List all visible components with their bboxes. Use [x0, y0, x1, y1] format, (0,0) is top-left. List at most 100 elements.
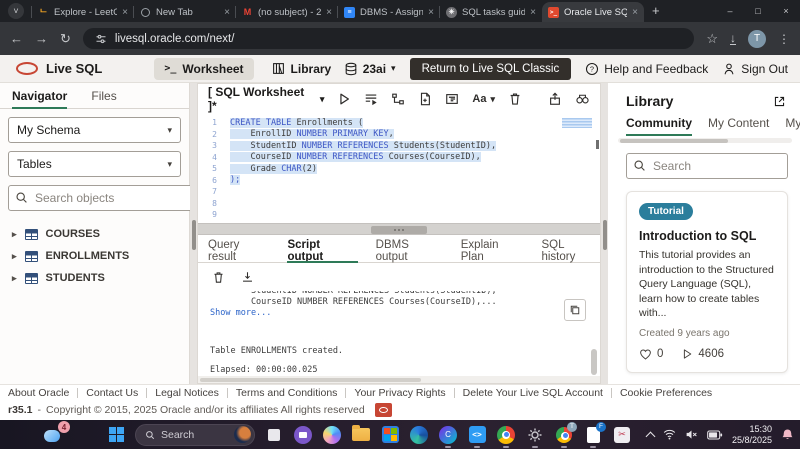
caret-right-icon[interactable]: ▸ [12, 273, 17, 284]
new-tab-button[interactable]: + [652, 3, 660, 18]
address-bar[interactable]: livesql.oracle.com/next/ [82, 28, 695, 49]
footer-link-privacy[interactable]: Your Privacy Rights [354, 387, 445, 399]
library-tabs-scrollbar[interactable] [618, 138, 792, 143]
footer-link-cookies[interactable]: Cookie Preferences [620, 387, 712, 399]
return-to-classic-button[interactable]: Return to Live SQL Classic [409, 57, 572, 80]
browser-menu-icon[interactable]: ⋮ [778, 32, 790, 46]
browser-tab-gmail[interactable]: M (no subject) - 24ch × [235, 2, 338, 22]
reload-button[interactable]: ↻ [60, 31, 71, 47]
share-button[interactable] [548, 92, 562, 106]
schema-select[interactable]: My Schema ▾ [8, 117, 181, 143]
left-splitter[interactable] [190, 83, 197, 384]
browser-tab-newtab[interactable]: New Tab × [133, 2, 236, 22]
tab-dbms-output[interactable]: DBMS output [376, 239, 443, 263]
new-worksheet-button[interactable] [418, 92, 432, 106]
footer-link-contact[interactable]: Contact Us [86, 387, 138, 399]
forward-button[interactable]: → [35, 31, 48, 46]
start-button[interactable] [106, 425, 126, 445]
object-type-select[interactable]: Tables ▾ [8, 151, 181, 177]
database-selector[interactable]: 23ai ▾ [344, 62, 396, 76]
task-view-button[interactable] [264, 425, 284, 445]
editor-scrollbar[interactable] [596, 140, 599, 149]
bookmark-star-icon[interactable]: ☆ [706, 31, 718, 47]
downloads-icon[interactable]: ↓ [730, 32, 736, 45]
likes-stat[interactable]: 0 [639, 348, 663, 361]
tutorial-card[interactable]: Tutorial Introduction to SQL This tutori… [626, 191, 788, 373]
library-nav-button[interactable]: Library [262, 58, 342, 80]
tab-navigator[interactable]: Navigator [12, 83, 68, 109]
horizontal-scrollbar[interactable] [198, 376, 600, 383]
close-icon[interactable]: × [632, 7, 638, 18]
minimize-button[interactable]: – [716, 6, 744, 16]
explain-plan-button[interactable] [391, 92, 405, 106]
close-icon[interactable]: × [224, 7, 230, 18]
editor-output-splitter[interactable] [198, 223, 600, 235]
browser-tab-sql-guide[interactable]: ✳ SQL tasks guide × [439, 2, 542, 22]
close-icon[interactable]: × [428, 7, 434, 18]
close-icon[interactable]: × [326, 7, 332, 18]
chat-button[interactable] [293, 425, 313, 445]
runs-stat[interactable]: 4606 [681, 348, 724, 360]
footer-link-delete-account[interactable]: Delete Your Live SQL Account [463, 387, 603, 399]
snipping-tool-button[interactable]: ✂ [612, 425, 632, 445]
canva-button[interactable]: C [438, 425, 458, 448]
widgets-button[interactable]: 4 [44, 421, 70, 444]
tab-search-icon[interactable]: ˅ [8, 3, 24, 19]
taskbar-clock[interactable]: 15:30 25/8/2025 [732, 424, 772, 445]
script-output-area[interactable]: StudentID NUMBER REFERENCES Students(Stu… [198, 291, 590, 379]
search-objects-input[interactable] [8, 185, 197, 211]
vscode-button[interactable]: <> [467, 425, 487, 448]
caret-right-icon[interactable]: ▸ [12, 251, 17, 262]
copy-output-button[interactable] [564, 299, 586, 321]
tab-query-result[interactable]: Query result [208, 239, 269, 263]
close-icon[interactable]: × [530, 7, 536, 18]
run-button[interactable] [337, 92, 351, 106]
browser-tab-docs[interactable]: ≡ DBMS - Assignme × [337, 2, 440, 22]
microsoft-store-button[interactable] [380, 425, 400, 445]
footer-link-about[interactable]: About Oracle [8, 387, 69, 399]
find-button[interactable] [575, 92, 590, 106]
tree-item-students[interactable]: ▸ STUDENTS [0, 267, 189, 289]
volume-muted-icon[interactable] [685, 428, 698, 441]
settings-button[interactable] [525, 425, 545, 448]
caret-right-icon[interactable]: ▸ [12, 229, 17, 240]
back-button[interactable]: ← [10, 31, 23, 46]
sql-editor[interactable]: 1 CREATE TABLE Enrollments ( 2 EnrollID N… [198, 114, 600, 223]
sign-out-link[interactable]: Sign Out [722, 62, 788, 76]
taskbar-search[interactable]: Search [135, 423, 255, 446]
battery-icon[interactable] [707, 429, 723, 441]
run-script-button[interactable] [364, 92, 378, 106]
browser-tab-leetcode[interactable]: ᄂ Explore - LeetCode × [31, 2, 134, 22]
tutorial-title[interactable]: Introduction to SQL [639, 229, 775, 243]
footer-link-terms[interactable]: Terms and Conditions [236, 387, 338, 399]
worksheet-nav-button[interactable]: >_ Worksheet [154, 57, 254, 80]
close-icon[interactable]: × [122, 7, 128, 18]
library-search-input[interactable] [626, 153, 788, 179]
file-explorer-button[interactable] [351, 425, 371, 445]
text-size-menu[interactable]: Aa ▾ [472, 93, 495, 105]
tab-sql-history[interactable]: SQL history [541, 239, 600, 263]
browser-profile-avatar[interactable]: T [748, 29, 766, 48]
format-button[interactable] [445, 92, 459, 106]
chrome-profile-button[interactable]: T [554, 421, 577, 448]
chrome-button[interactable] [496, 425, 516, 448]
copilot-button[interactable] [322, 425, 342, 445]
maximize-button[interactable]: □ [744, 6, 772, 16]
tab-my-favorites[interactable]: My Favorites [785, 111, 800, 135]
tree-item-enrollments[interactable]: ▸ ENROLLMENTS [0, 245, 189, 267]
help-feedback-link[interactable]: ? Help and Feedback [585, 62, 708, 76]
tree-item-courses[interactable]: ▸ COURSES [0, 223, 189, 245]
browser-tab-oracle-livesql[interactable]: >_ Oracle Live SQL × [542, 2, 644, 22]
document-button[interactable]: F [583, 421, 606, 448]
download-output-button[interactable] [241, 271, 254, 284]
clear-worksheet-button[interactable] [508, 92, 522, 106]
footer-link-legal[interactable]: Legal Notices [155, 387, 219, 399]
worksheet-title-menu[interactable]: [ SQL Worksheet ]* ▾ [208, 85, 324, 113]
close-window-button[interactable]: × [772, 6, 800, 16]
clear-output-button[interactable] [212, 271, 225, 284]
tab-community[interactable]: Community [626, 111, 692, 136]
output-scrollbar[interactable] [591, 293, 598, 377]
tray-chevron-icon[interactable] [645, 431, 656, 441]
open-library-icon[interactable] [773, 95, 786, 108]
notification-bell-icon[interactable] [781, 428, 794, 441]
